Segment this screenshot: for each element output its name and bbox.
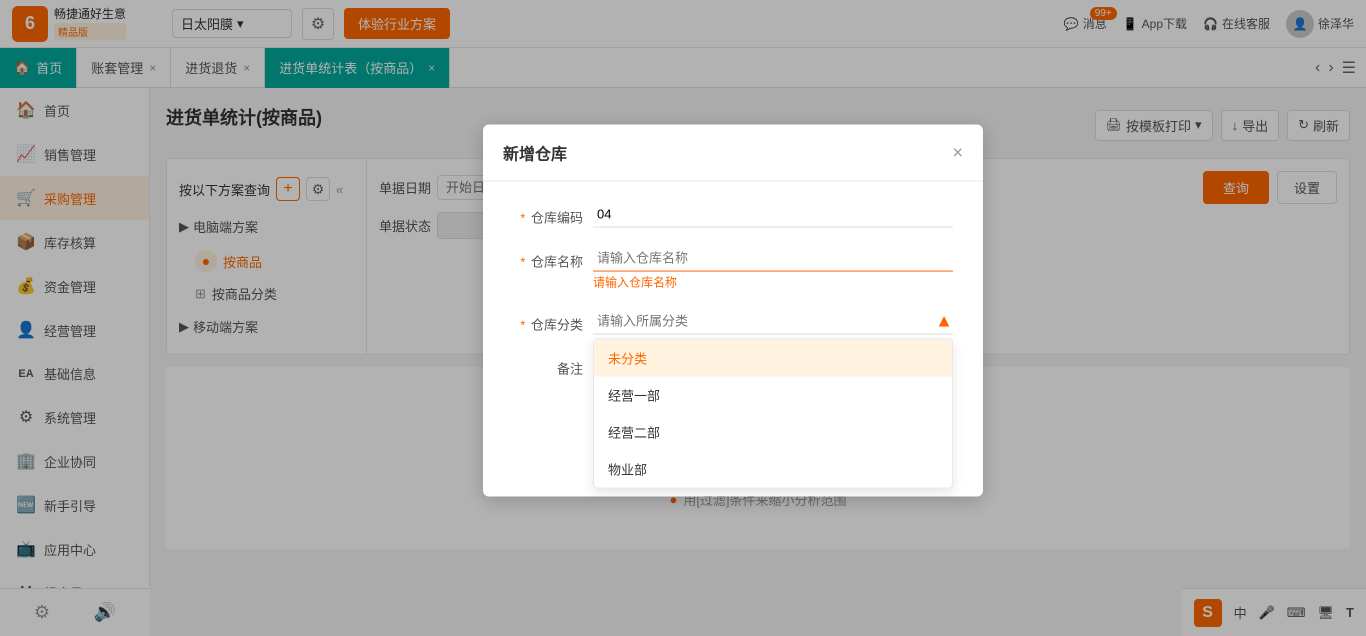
warehouse-category-label: * 仓库分类: [513, 309, 583, 334]
modal-header: 新增仓库 ×: [483, 125, 983, 182]
category-dropdown-list: 未分类 经营一部 经营二部 物业部: [593, 339, 953, 489]
modal-body: * 仓库编码 * 仓库名称 请输入仓库名称 * 仓库分类: [483, 182, 983, 441]
warehouse-code-input[interactable]: [593, 202, 953, 228]
warehouse-category-group: ▲ 未分类 经营一部 经营二部 物业部: [593, 309, 953, 335]
modal-title: 新增仓库: [503, 141, 567, 165]
warehouse-category-row: * 仓库分类 ▲ 未分类 经营一部 经营二部 物业部: [513, 309, 953, 335]
option-dept3[interactable]: 物业部: [594, 451, 952, 488]
new-warehouse-modal: 新增仓库 × * 仓库编码 * 仓库名称 请输入仓库名称 *: [483, 125, 983, 497]
warehouse-name-row: * 仓库名称 请输入仓库名称: [513, 246, 953, 291]
warehouse-name-group: 请输入仓库名称: [593, 246, 953, 291]
warehouse-code-row: * 仓库编码: [513, 202, 953, 228]
category-dropdown-wrapper: ▲: [593, 309, 953, 335]
category-input[interactable]: [593, 309, 935, 334]
warehouse-name-error: 请输入仓库名称: [593, 274, 953, 291]
warehouse-code-label: * 仓库编码: [513, 202, 583, 227]
modal-close-button[interactable]: ×: [952, 142, 963, 163]
warehouse-name-input[interactable]: [593, 246, 953, 272]
category-dropdown-arrow[interactable]: ▲: [935, 311, 953, 332]
warehouse-name-label: * 仓库名称: [513, 246, 583, 271]
option-unclassified[interactable]: 未分类: [594, 340, 952, 377]
remark-label: 备注: [513, 353, 583, 378]
option-dept1[interactable]: 经营一部: [594, 377, 952, 414]
option-dept2[interactable]: 经营二部: [594, 414, 952, 451]
